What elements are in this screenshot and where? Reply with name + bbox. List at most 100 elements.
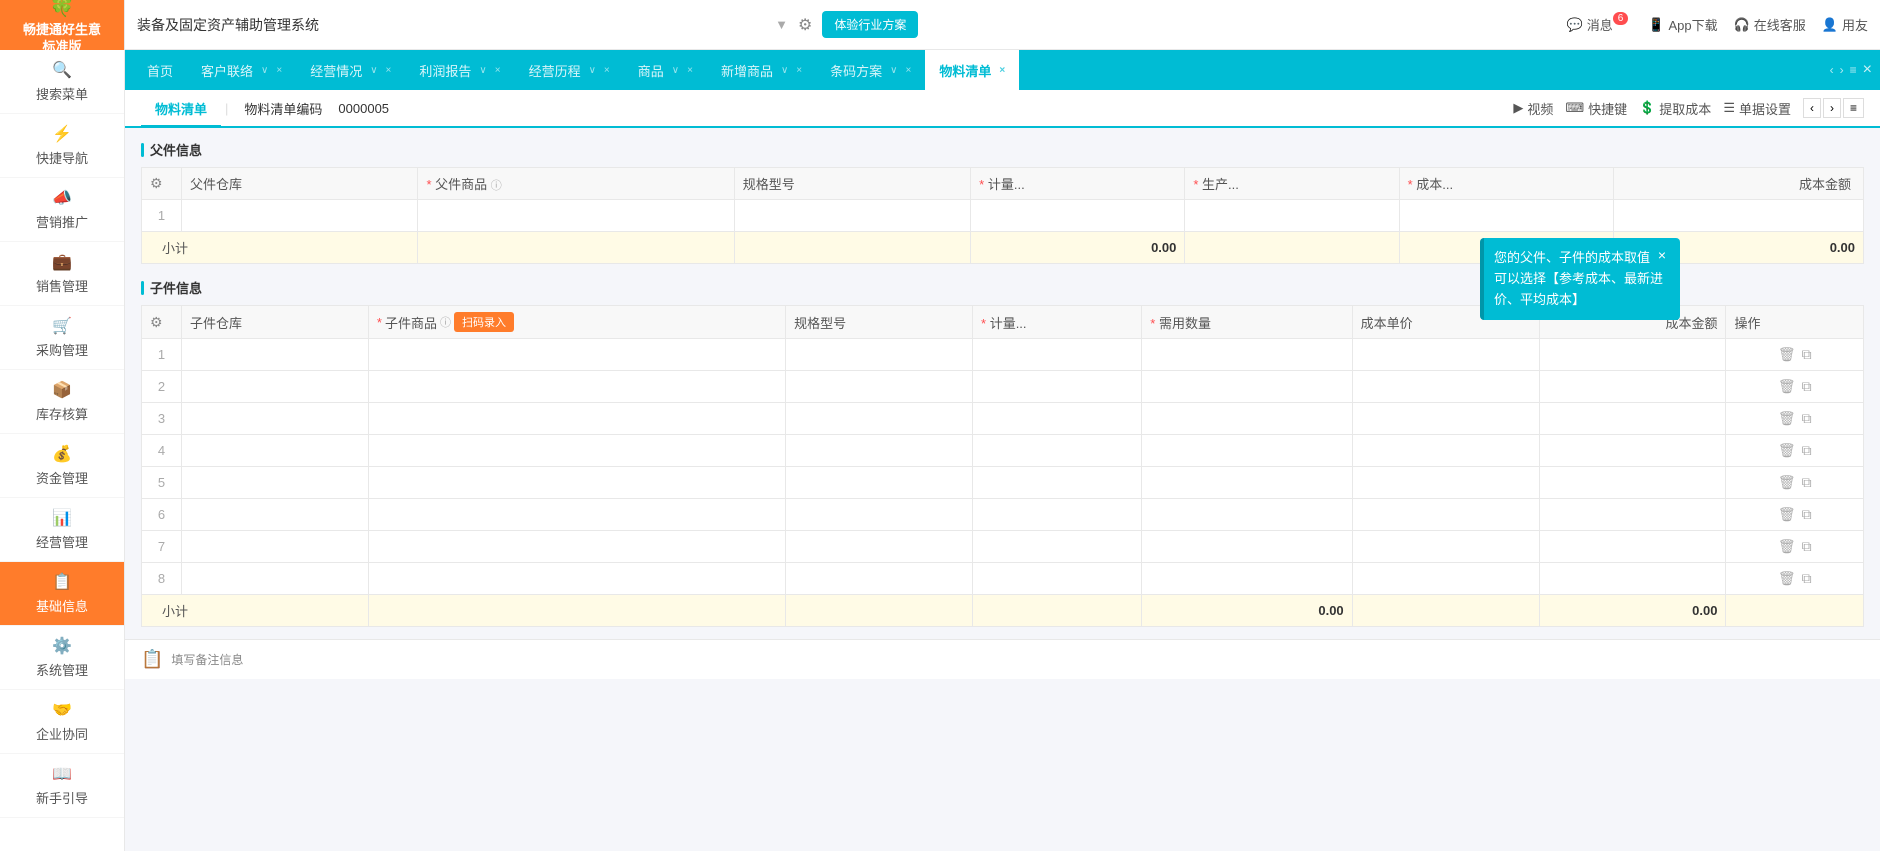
dropdown-arrow-icon[interactable]: ▼ <box>775 17 788 32</box>
child-row-4-unit[interactable] <box>973 435 1142 467</box>
child-row-4-unit-cost[interactable] <box>1352 435 1539 467</box>
tab-bom-close[interactable]: × <box>999 65 1005 76</box>
child-row-2-unit[interactable] <box>973 371 1142 403</box>
child-row-4-qty[interactable] <box>1142 435 1352 467</box>
sidebar-item-search[interactable]: 🔍 搜索菜单 <box>0 50 124 114</box>
child-row-8-unit[interactable] <box>973 563 1142 595</box>
tab-customer[interactable]: 客户联络 ∨ × <box>187 50 296 90</box>
child-row-1-unit-cost[interactable] <box>1352 339 1539 371</box>
video-action[interactable]: ▶ 视频 <box>1513 99 1553 118</box>
delete-icon[interactable]: 🗑 <box>1778 570 1796 587</box>
child-row-6-warehouse[interactable] <box>182 499 369 531</box>
tab-profit-close[interactable]: × <box>495 65 501 76</box>
child-row-7-goods[interactable] <box>368 531 785 563</box>
child-row-1-warehouse[interactable] <box>182 339 369 371</box>
child-row-3-unit[interactable] <box>973 403 1142 435</box>
delete-icon[interactable]: 🗑 <box>1778 346 1796 363</box>
child-row-7-unit[interactable] <box>973 531 1142 563</box>
sidebar-item-system[interactable]: ⚙️ 系统管理 <box>0 626 124 690</box>
online-service-button[interactable]: 🎧 在线客服 <box>1734 15 1806 34</box>
nav-next-button[interactable]: › <box>1823 98 1841 118</box>
delete-icon[interactable]: 🗑 <box>1778 474 1796 491</box>
child-row-8-qty[interactable] <box>1142 563 1352 595</box>
trial-button[interactable]: 体验行业方案 <box>822 11 918 38</box>
copy-icon[interactable]: ⧉ <box>1802 410 1812 427</box>
tab-goods-close[interactable]: × <box>687 65 693 76</box>
tab-home[interactable]: 首页 <box>133 50 187 90</box>
tab-history-close[interactable]: × <box>604 65 610 76</box>
shortcut-action[interactable]: ⌨ 快捷键 <box>1565 99 1627 118</box>
child-row-2-qty[interactable] <box>1142 371 1352 403</box>
tab-barcode[interactable]: 条码方案 ∨ × <box>816 50 925 90</box>
child-row-1-qty[interactable] <box>1142 339 1352 371</box>
sidebar-item-quicknav[interactable]: ⚡ 快捷导航 <box>0 114 124 178</box>
tooltip-close-button[interactable]: × <box>1658 248 1666 262</box>
child-row-7-spec[interactable] <box>786 531 973 563</box>
child-row-6-spec[interactable] <box>786 499 973 531</box>
cost-action[interactable]: 💲 提取成本 <box>1639 99 1711 118</box>
sidebar-item-collab[interactable]: 🤝 企业协同 <box>0 690 124 754</box>
parent-row-1-goods[interactable] <box>418 200 734 232</box>
message-button[interactable]: 💬 消息 6 <box>1567 15 1633 34</box>
tab-profit[interactable]: 利润报告 ∨ × <box>405 50 514 90</box>
tab-operations[interactable]: 经营情况 ∨ × <box>296 50 405 90</box>
copy-icon[interactable]: ⧉ <box>1802 442 1812 459</box>
child-row-2-goods[interactable] <box>368 371 785 403</box>
child-row-6-goods[interactable] <box>368 499 785 531</box>
child-row-3-unit-cost[interactable] <box>1352 403 1539 435</box>
app-download-button[interactable]: 📱 App下载 <box>1648 15 1717 34</box>
nav-menu-icon[interactable]: ≡ <box>1850 63 1857 77</box>
child-row-6-unit-cost[interactable] <box>1352 499 1539 531</box>
child-row-1-goods[interactable] <box>368 339 785 371</box>
user-button[interactable]: 👤 用友 <box>1822 15 1868 34</box>
doc-setting-action[interactable]: ☰ 单据设置 <box>1723 99 1791 118</box>
sidebar-item-sales[interactable]: 💼 销售管理 <box>0 242 124 306</box>
settings-icon[interactable]: ⚙ <box>798 15 812 35</box>
nav-list-button[interactable]: ≡ <box>1843 98 1864 118</box>
copy-icon[interactable]: ⧉ <box>1802 346 1812 363</box>
sidebar-item-operations[interactable]: 📊 经营管理 <box>0 498 124 562</box>
delete-icon[interactable]: 🗑 <box>1778 378 1796 395</box>
parent-row-1-production[interactable] <box>1185 200 1399 232</box>
copy-icon[interactable]: ⧉ <box>1802 570 1812 587</box>
sidebar-item-purchase[interactable]: 🛒 采购管理 <box>0 306 124 370</box>
child-row-2-warehouse[interactable] <box>182 371 369 403</box>
copy-icon[interactable]: ⧉ <box>1802 378 1812 395</box>
tab-history[interactable]: 经营历程 ∨ × <box>515 50 624 90</box>
child-row-8-warehouse[interactable] <box>182 563 369 595</box>
sidebar-item-stock[interactable]: 📦 库存核算 <box>0 370 124 434</box>
parent-row-1-cost[interactable] <box>1399 200 1613 232</box>
th-child-gear[interactable]: ⚙ <box>142 306 182 339</box>
child-row-1-spec[interactable] <box>786 339 973 371</box>
delete-icon[interactable]: 🗑 <box>1778 538 1796 555</box>
child-row-5-qty[interactable] <box>1142 467 1352 499</box>
child-row-4-spec[interactable] <box>786 435 973 467</box>
child-row-7-warehouse[interactable] <box>182 531 369 563</box>
child-row-8-unit-cost[interactable] <box>1352 563 1539 595</box>
child-row-3-qty[interactable] <box>1142 403 1352 435</box>
scan-button[interactable]: 扫码录入 <box>454 312 514 332</box>
child-row-7-qty[interactable] <box>1142 531 1352 563</box>
child-row-2-spec[interactable] <box>786 371 973 403</box>
tab-barcode-close[interactable]: × <box>905 65 911 76</box>
sidebar-item-marketing[interactable]: 📣 营销推广 <box>0 178 124 242</box>
tab-new-goods[interactable]: 新增商品 ∨ × <box>707 50 816 90</box>
tab-operations-close[interactable]: × <box>386 65 392 76</box>
child-row-3-warehouse[interactable] <box>182 403 369 435</box>
child-row-7-unit-cost[interactable] <box>1352 531 1539 563</box>
child-row-5-goods[interactable] <box>368 467 785 499</box>
note-icon[interactable]: 📋 <box>141 649 163 670</box>
child-row-5-spec[interactable] <box>786 467 973 499</box>
nav-right-arrow[interactable]: › <box>1840 63 1844 77</box>
child-row-6-qty[interactable] <box>1142 499 1352 531</box>
copy-icon[interactable]: ⧉ <box>1802 506 1812 523</box>
delete-icon[interactable]: 🗑 <box>1778 410 1796 427</box>
th-parent-gear[interactable]: ⚙ <box>142 168 182 200</box>
child-row-8-spec[interactable] <box>786 563 973 595</box>
copy-icon[interactable]: ⧉ <box>1802 538 1812 555</box>
child-row-4-goods[interactable] <box>368 435 785 467</box>
child-row-5-warehouse[interactable] <box>182 467 369 499</box>
child-row-1-unit[interactable] <box>973 339 1142 371</box>
child-row-3-goods[interactable] <box>368 403 785 435</box>
sidebar-item-finance[interactable]: 💰 资金管理 <box>0 434 124 498</box>
